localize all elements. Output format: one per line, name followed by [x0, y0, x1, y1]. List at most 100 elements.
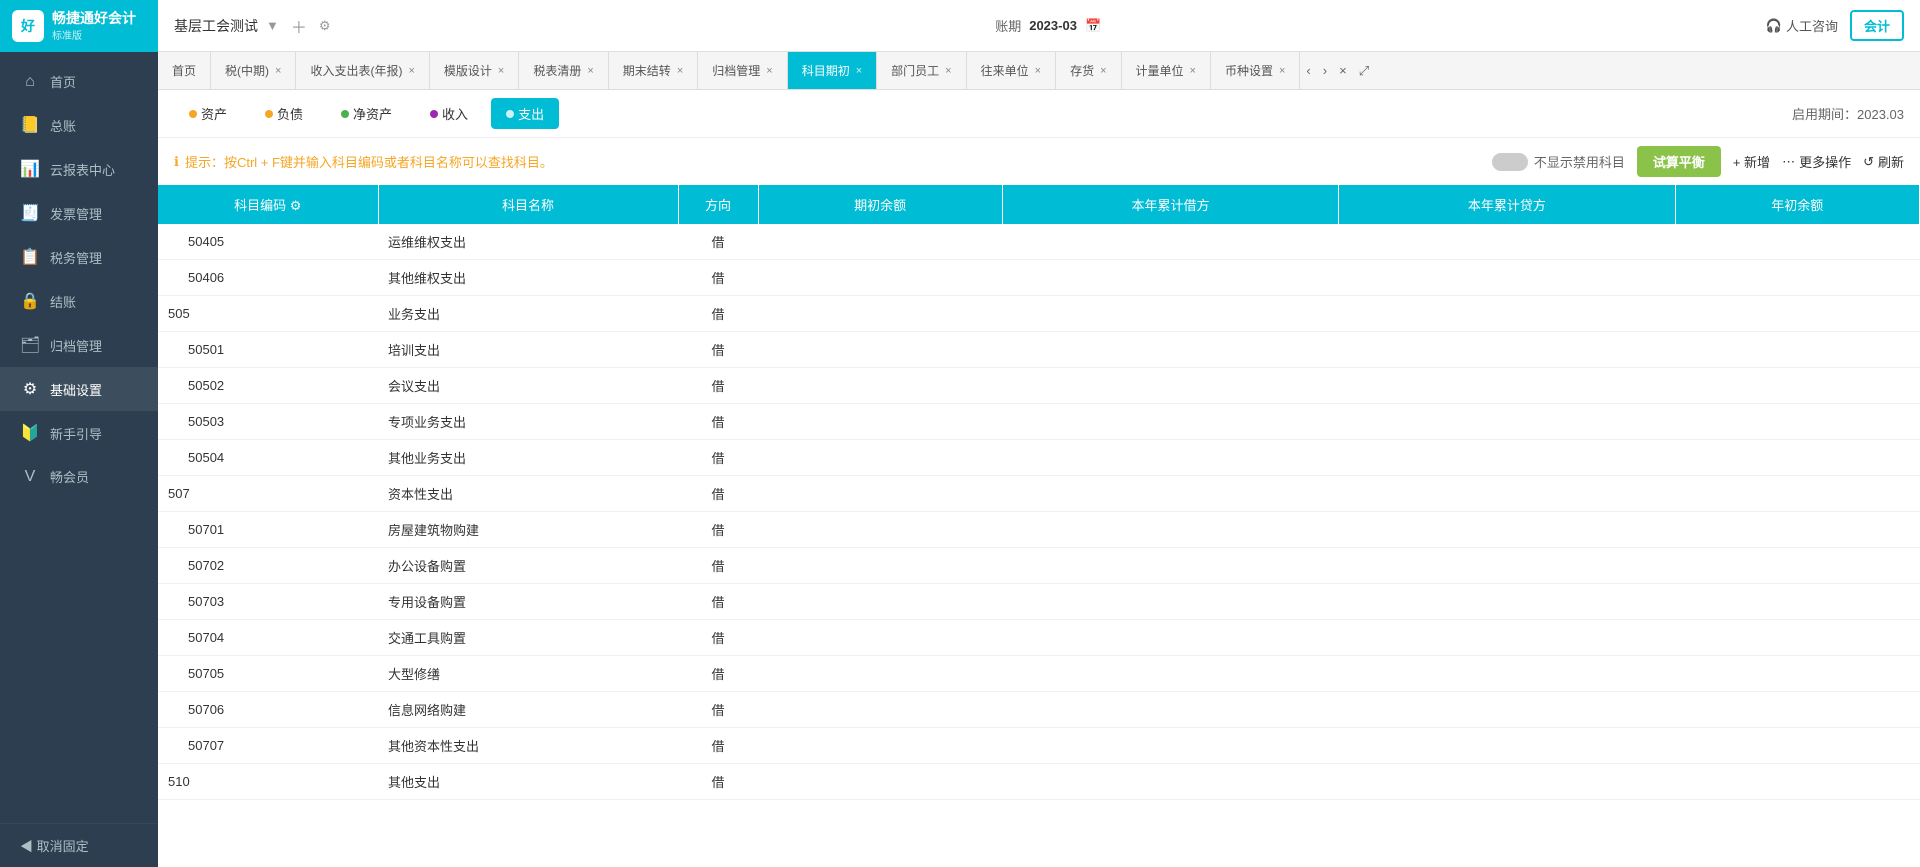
cell-1-0: 50406: [158, 260, 378, 296]
sidebar-pin-toggle[interactable]: ◀ 取消固定: [0, 823, 158, 867]
sidebar-item-tax[interactable]: 📋税务管理: [0, 235, 158, 279]
tab-close-7[interactable]: ×: [856, 65, 862, 77]
tab-next-button[interactable]: ›: [1317, 52, 1333, 89]
tab-prev-button[interactable]: ‹: [1300, 52, 1316, 89]
tab-close-5[interactable]: ×: [677, 65, 683, 77]
tab-close-9[interactable]: ×: [1035, 65, 1041, 77]
cat-dot-income: [430, 110, 438, 118]
table-row[interactable]: 50701房屋建筑物购建借: [158, 512, 1920, 548]
add-tab-icon[interactable]: ＋: [291, 14, 307, 38]
cat-tab-income[interactable]: 收入: [415, 98, 483, 129]
col-settings-icon[interactable]: ⚙: [290, 198, 302, 213]
sidebar-item-close[interactable]: 🔒结账: [0, 279, 158, 323]
tab-label-0: 首页: [172, 62, 196, 79]
headset-icon: 🎧: [1766, 18, 1782, 34]
table-row[interactable]: 50405运维维权支出借: [158, 224, 1920, 260]
tab-close-6[interactable]: ×: [766, 65, 772, 77]
refresh-button[interactable]: ↺ 刷新: [1863, 152, 1904, 171]
cell-7-4: [1002, 476, 1338, 512]
sidebar-item-invoice[interactable]: 🧾发票管理: [0, 191, 158, 235]
cell-8-1: 房屋建筑物购建: [378, 512, 678, 548]
tab-close-4[interactable]: ×: [587, 65, 593, 77]
table-row[interactable]: 50702办公设备购置借: [158, 548, 1920, 584]
cell-5-6: [1675, 404, 1919, 440]
tab-item-7[interactable]: 科目期初×: [788, 52, 877, 89]
tab-item-9[interactable]: 往来单位×: [967, 52, 1056, 89]
disable-toggle[interactable]: [1492, 153, 1528, 171]
account-button[interactable]: 会计: [1850, 10, 1904, 41]
more-button[interactable]: ⋯ 更多操作: [1782, 152, 1851, 171]
cell-8-0: 50701: [158, 512, 378, 548]
calendar-icon[interactable]: 📅: [1085, 18, 1101, 34]
consult-button[interactable]: 🎧 人工咨询: [1766, 16, 1838, 35]
sidebar-label-home: 首页: [50, 72, 76, 91]
table-row[interactable]: 50502会议支出借: [158, 368, 1920, 404]
sidebar-item-vip[interactable]: V畅会员: [0, 455, 158, 498]
toolbar: ℹ 提示：按Ctrl + F键并输入科目编码或者科目名称可以查找科目。 不显示禁…: [158, 138, 1920, 185]
tab-expand-button[interactable]: ⤢: [1353, 52, 1375, 89]
table-row[interactable]: 50501培训支出借: [158, 332, 1920, 368]
add-button[interactable]: + 新增: [1733, 152, 1770, 171]
tab-close-10[interactable]: ×: [1100, 65, 1106, 77]
app-logo-icon: 好: [12, 10, 44, 42]
tab-item-12[interactable]: 币种设置×: [1211, 52, 1300, 89]
tab-item-0[interactable]: 首页: [158, 52, 211, 89]
table-row[interactable]: 50707其他资本性支出借: [158, 728, 1920, 764]
tab-close-3[interactable]: ×: [498, 65, 504, 77]
cell-5-0: 50503: [158, 404, 378, 440]
table-row[interactable]: 505业务支出借: [158, 296, 1920, 332]
tab-item-6[interactable]: 归档管理×: [698, 52, 787, 89]
tab-close-11[interactable]: ×: [1190, 65, 1196, 77]
sidebar-item-report[interactable]: 📊云报表中心: [0, 147, 158, 191]
tab-close-2[interactable]: ×: [408, 65, 414, 77]
cell-12-0: 50705: [158, 656, 378, 692]
tab-item-4[interactable]: 税表清册×: [519, 52, 608, 89]
tab-item-10[interactable]: 存货×: [1056, 52, 1121, 89]
table-row[interactable]: 50503专项业务支出借: [158, 404, 1920, 440]
refresh-label: 刷新: [1878, 152, 1904, 171]
dropdown-icon[interactable]: ▼: [266, 18, 279, 33]
tab-item-1[interactable]: 税(中期)×: [211, 52, 296, 89]
cat-tab-equity[interactable]: 净资产: [326, 98, 407, 129]
table-row[interactable]: 507资本性支出借: [158, 476, 1920, 512]
sidebar-item-ledger[interactable]: 📒总账: [0, 103, 158, 147]
tab-item-8[interactable]: 部门员工×: [877, 52, 966, 89]
sidebar-icon-report: 📊: [20, 159, 40, 179]
table-row[interactable]: 50703专用设备购置借: [158, 584, 1920, 620]
cell-1-2: 借: [678, 260, 758, 296]
cell-11-0: 50704: [158, 620, 378, 656]
table-row[interactable]: 50704交通工具购置借: [158, 620, 1920, 656]
period-display: 启用期间：2023.03: [1792, 104, 1904, 123]
content-area: 资产负债净资产收入支出 启用期间：2023.03 ℹ 提示：按Ctrl + F键并…: [158, 90, 1920, 867]
sidebar-item-home[interactable]: ⌂首页: [0, 60, 158, 103]
cat-tab-expense[interactable]: 支出: [491, 98, 559, 129]
table-row[interactable]: 50406其他维权支出借: [158, 260, 1920, 296]
sidebar-item-archive[interactable]: 🗂归档管理: [0, 323, 158, 367]
tab-close-1[interactable]: ×: [275, 65, 281, 77]
sidebar-item-settings[interactable]: ⚙基础设置: [0, 367, 158, 411]
tab-close-8[interactable]: ×: [945, 65, 951, 77]
sidebar-icon-invoice: 🧾: [20, 203, 40, 223]
balance-button[interactable]: 试算平衡: [1637, 146, 1721, 177]
table-row[interactable]: 510其他支出借: [158, 764, 1920, 800]
cell-4-0: 50502: [158, 368, 378, 404]
tab-close-12[interactable]: ×: [1279, 65, 1285, 77]
cell-9-0: 50702: [158, 548, 378, 584]
sidebar-logo: 好 畅捷通好会计 标准版: [0, 0, 158, 52]
settings-icon[interactable]: ⚙: [319, 18, 331, 34]
tab-item-5[interactable]: 期末结转×: [609, 52, 698, 89]
tab-item-3[interactable]: 模版设计×: [430, 52, 519, 89]
cell-12-5: [1339, 656, 1675, 692]
tab-item-11[interactable]: 计量单位×: [1122, 52, 1211, 89]
tab-close-all-button[interactable]: ×: [1333, 52, 1353, 89]
table-row[interactable]: 50504其他业务支出借: [158, 440, 1920, 476]
cat-tab-liability[interactable]: 负债: [250, 98, 318, 129]
table-row[interactable]: 50705大型修缮借: [158, 656, 1920, 692]
cat-tab-asset[interactable]: 资产: [174, 98, 242, 129]
cell-13-0: 50706: [158, 692, 378, 728]
tab-item-2[interactable]: 收入支出表(年报)×: [296, 52, 429, 89]
table-row[interactable]: 50706信息网络购建借: [158, 692, 1920, 728]
cell-0-3: [758, 224, 1002, 260]
cell-3-1: 培训支出: [378, 332, 678, 368]
sidebar-item-guide[interactable]: 🔰新手引导: [0, 411, 158, 455]
